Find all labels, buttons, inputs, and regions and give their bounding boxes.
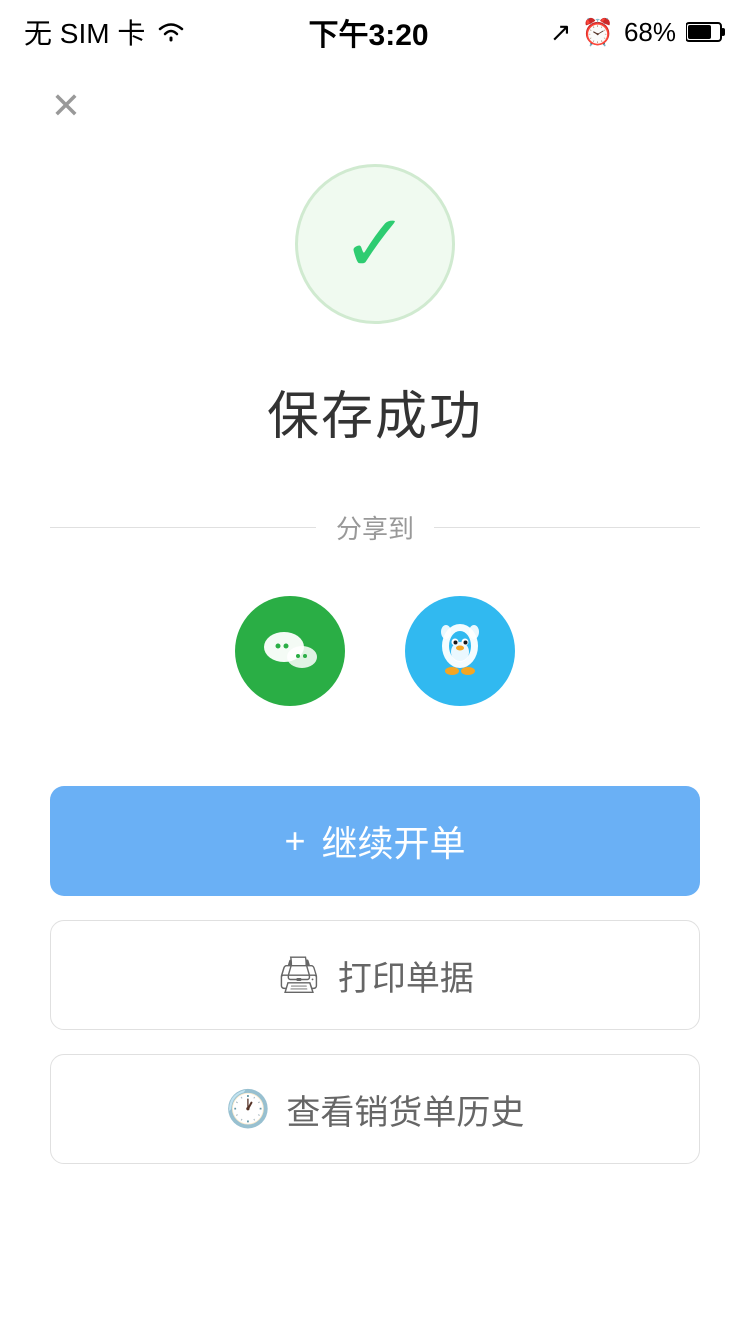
status-bar: 无 SIM 卡 下午3:20 ↗ ⏰ 68% [0, 0, 750, 64]
history-button[interactable]: 🕐 查看销货单历史 [50, 1054, 700, 1164]
qq-icon [428, 616, 493, 686]
wechat-share-button[interactable] [235, 596, 345, 706]
wifi-icon [155, 20, 187, 44]
success-title: 保存成功 [267, 374, 483, 449]
action-buttons: + 继续开单 🖨 打印单据 🕐 查看销货单历史 [50, 786, 700, 1164]
wechat-icon [258, 619, 323, 684]
print-icon: 🖨 [276, 957, 322, 993]
divider-line-left [50, 527, 316, 528]
continue-button[interactable]: + 继续开单 [50, 786, 700, 896]
battery-icon [686, 21, 726, 43]
close-icon: ✕ [51, 85, 81, 127]
close-button[interactable]: ✕ [36, 76, 96, 136]
alarm-icon: ⏰ [582, 17, 614, 48]
location-icon: ↗ [550, 17, 572, 48]
print-label: 打印单据 [338, 951, 474, 1000]
main-content: ✓ 保存成功 分享到 [0, 64, 750, 1164]
print-button[interactable]: 🖨 打印单据 [50, 920, 700, 1030]
qq-share-button[interactable] [405, 596, 515, 706]
divider-line-right [434, 527, 700, 528]
share-divider: 分享到 [50, 509, 700, 546]
battery-percent: 68% [624, 17, 676, 48]
status-left: 无 SIM 卡 [24, 12, 187, 52]
plus-icon: + [284, 823, 305, 859]
check-icon: ✓ [341, 204, 408, 284]
status-time: 下午3:20 [309, 10, 429, 54]
continue-label: 继续开单 [322, 815, 466, 867]
sim-label: 无 SIM 卡 [24, 12, 145, 52]
success-circle: ✓ [295, 164, 455, 324]
history-label: 查看销货单历史 [286, 1085, 524, 1134]
status-right: ↗ ⏰ 68% [550, 17, 726, 48]
share-label: 分享到 [336, 509, 414, 546]
share-icons-container [235, 596, 515, 706]
history-icon: 🕐 [226, 1091, 271, 1127]
